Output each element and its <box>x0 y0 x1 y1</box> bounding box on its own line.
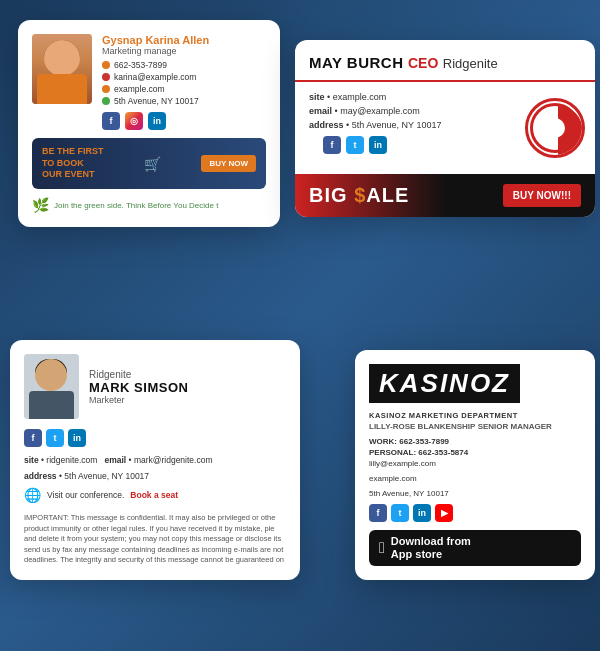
c3-company: Ridgenite <box>89 369 188 380</box>
c2-header: MAY BURCH CEO Ridgenite <box>295 40 595 82</box>
c1-phone: 662-353-7899 <box>114 60 167 70</box>
c2-address-row: address • 5th Avenue, NY 10017 <box>309 120 501 130</box>
c2-sale-banner: BIG $ALE BUY NOW!!! <box>295 174 595 217</box>
c4-manager: Lilly-Rose Blankenship SENIOR MANAGER <box>369 422 581 431</box>
appstore-button[interactable]:  Download from App store <box>369 530 581 566</box>
c2-logo-col <box>515 82 595 174</box>
c4-work-phone: WORK: 662-353-7899 <box>369 437 581 446</box>
linkedin-icon[interactable]: in <box>369 136 387 154</box>
c2-person-name: MAY BURCH <box>309 54 404 71</box>
c3-social-icons: f t in <box>24 429 286 447</box>
c1-address: 5th Avenue, NY 10017 <box>114 96 199 106</box>
c1-banner-line1: BE THE FIRST <box>42 146 104 158</box>
conference-icon: 🌐 <box>24 487 41 503</box>
company-logo <box>525 98 585 158</box>
facebook-icon[interactable]: f <box>24 429 42 447</box>
c3-contact-info: site • ridgenite.com email • mark@ridgen… <box>24 455 286 465</box>
facebook-icon[interactable]: f <box>369 504 387 522</box>
c1-event-banner: BE THE FIRST TO BOOK OUR EVENT 🛒 BUY NOW <box>32 138 266 189</box>
c1-footer: 🌿 Join the green side. Think Before You … <box>32 197 266 213</box>
c4-personal-phone-val: 662-353-5874 <box>418 448 468 457</box>
youtube-icon[interactable]: ▶ <box>435 504 453 522</box>
c3-avatar <box>24 354 79 419</box>
leaf-icon: 🌿 <box>32 197 49 213</box>
c4-social-icons: f t in ▶ <box>369 504 581 522</box>
c2-email: may@example.com <box>340 106 420 116</box>
c4-work-phone-val: 662-353-7899 <box>399 437 449 446</box>
c2-name-line: MAY BURCH CEO Ridgenite <box>309 54 581 72</box>
c2-sale-text: BIG $ALE <box>309 184 409 207</box>
c1-contact-info: 662-353-7899 karina@example.com example.… <box>102 60 266 106</box>
card-top-left: Gysnap Karina Allen Marketing manage 662… <box>18 20 280 227</box>
c2-social-icons: f t in <box>309 136 501 164</box>
appstore-text: Download from App store <box>391 535 471 561</box>
c4-manager-title: SENIOR MANAGER <box>478 422 552 431</box>
card-top-right: MAY BURCH CEO Ridgenite site • example.c… <box>295 40 595 217</box>
c1-email: karina@example.com <box>114 72 196 82</box>
c3-visit-text: Visit our conference. <box>47 490 124 500</box>
c1-avatar <box>32 34 92 104</box>
buy-now-button[interactable]: BUY NOW <box>201 155 256 172</box>
c3-name-block: Ridgenite MARK SIMSON Marketer <box>89 369 188 405</box>
c4-logo: KASINOZ <box>369 364 520 403</box>
c1-banner-text: BE THE FIRST TO BOOK OUR EVENT <box>42 146 104 181</box>
c1-person-title: Marketing manage <box>102 46 266 56</box>
web-icon <box>102 85 110 93</box>
card-bottom-left: Ridgenite MARK SIMSON Marketer f t in si… <box>10 340 300 580</box>
c1-website: example.com <box>114 84 165 94</box>
cart-icon: 🛒 <box>144 156 161 172</box>
appstore-main-label: App store <box>391 548 471 561</box>
appstore-sub-label: Download from <box>391 535 471 548</box>
c1-banner-line3: OUR EVENT <box>42 169 104 181</box>
c3-person-role: Marketer <box>89 395 188 405</box>
instagram-icon[interactable]: ◎ <box>125 112 143 130</box>
email-icon <box>102 73 110 81</box>
c2-site: example.com <box>333 92 387 102</box>
c4-department: KASINOZ MARKETING DEPARTMENT <box>369 411 581 420</box>
c3-email: mark@ridgenite.com <box>134 455 213 465</box>
facebook-icon[interactable]: f <box>323 136 341 154</box>
c2-role: CEO <box>408 55 438 71</box>
book-seat-link[interactable]: Book a seat <box>130 490 178 500</box>
facebook-icon[interactable]: f <box>102 112 120 130</box>
c3-site: ridgenite.com <box>46 455 97 465</box>
buy-now-button[interactable]: BUY NOW!!! <box>503 184 581 207</box>
c1-social-icons: f ◎ in <box>102 112 266 130</box>
address-icon <box>102 97 110 105</box>
c4-personal-phone: PERSONAL: 662-353-5874 <box>369 448 581 457</box>
twitter-icon[interactable]: t <box>46 429 64 447</box>
c3-address-info: address • 5th Avenue, NY 10017 <box>24 471 286 481</box>
apple-icon:  <box>379 539 385 557</box>
card-bottom-right: KASINOZ KASINOZ MARKETING DEPARTMENT Lil… <box>355 350 595 580</box>
twitter-icon[interactable]: t <box>346 136 364 154</box>
c2-address: 5th Avenue, NY 10017 <box>352 120 442 130</box>
linkedin-icon[interactable]: in <box>148 112 166 130</box>
c1-banner-line2: TO BOOK <box>42 158 104 170</box>
c3-important-notice: IMPORTANT: This message is confidential.… <box>24 513 286 566</box>
c2-body: site • example.com email • may@example.c… <box>295 82 595 174</box>
c2-site-row: site • example.com <box>309 92 501 102</box>
c1-name-block: Gysnap Karina Allen Marketing manage 662… <box>102 34 266 130</box>
c4-email-val: lilly@example.com <box>369 459 581 468</box>
c4-address-val: 5th Avenue, NY 10017 <box>369 489 581 498</box>
c3-person-name: MARK SIMSON <box>89 380 188 395</box>
c1-header: Gysnap Karina Allen Marketing manage 662… <box>32 34 266 130</box>
twitter-icon[interactable]: t <box>391 504 409 522</box>
c2-company: Ridgenite <box>443 56 498 71</box>
c2-email-row: email • may@example.com <box>309 106 501 116</box>
c4-manager-name: Lilly-Rose Blankenship <box>369 422 475 431</box>
c3-header: Ridgenite MARK SIMSON Marketer <box>24 354 286 419</box>
c3-visit-section: 🌐 Visit our conference. Book a seat <box>24 487 286 503</box>
c2-info-col: site • example.com email • may@example.c… <box>295 82 515 174</box>
linkedin-icon[interactable]: in <box>68 429 86 447</box>
c1-footer-text: Join the green side. Think Before You De… <box>54 201 218 210</box>
phone-icon <box>102 61 110 69</box>
c3-address: 5th Avenue, NY 10017 <box>64 471 149 481</box>
linkedin-icon[interactable]: in <box>413 504 431 522</box>
c1-person-name: Gysnap Karina Allen <box>102 34 266 46</box>
c4-website-val: example.com <box>369 474 581 483</box>
